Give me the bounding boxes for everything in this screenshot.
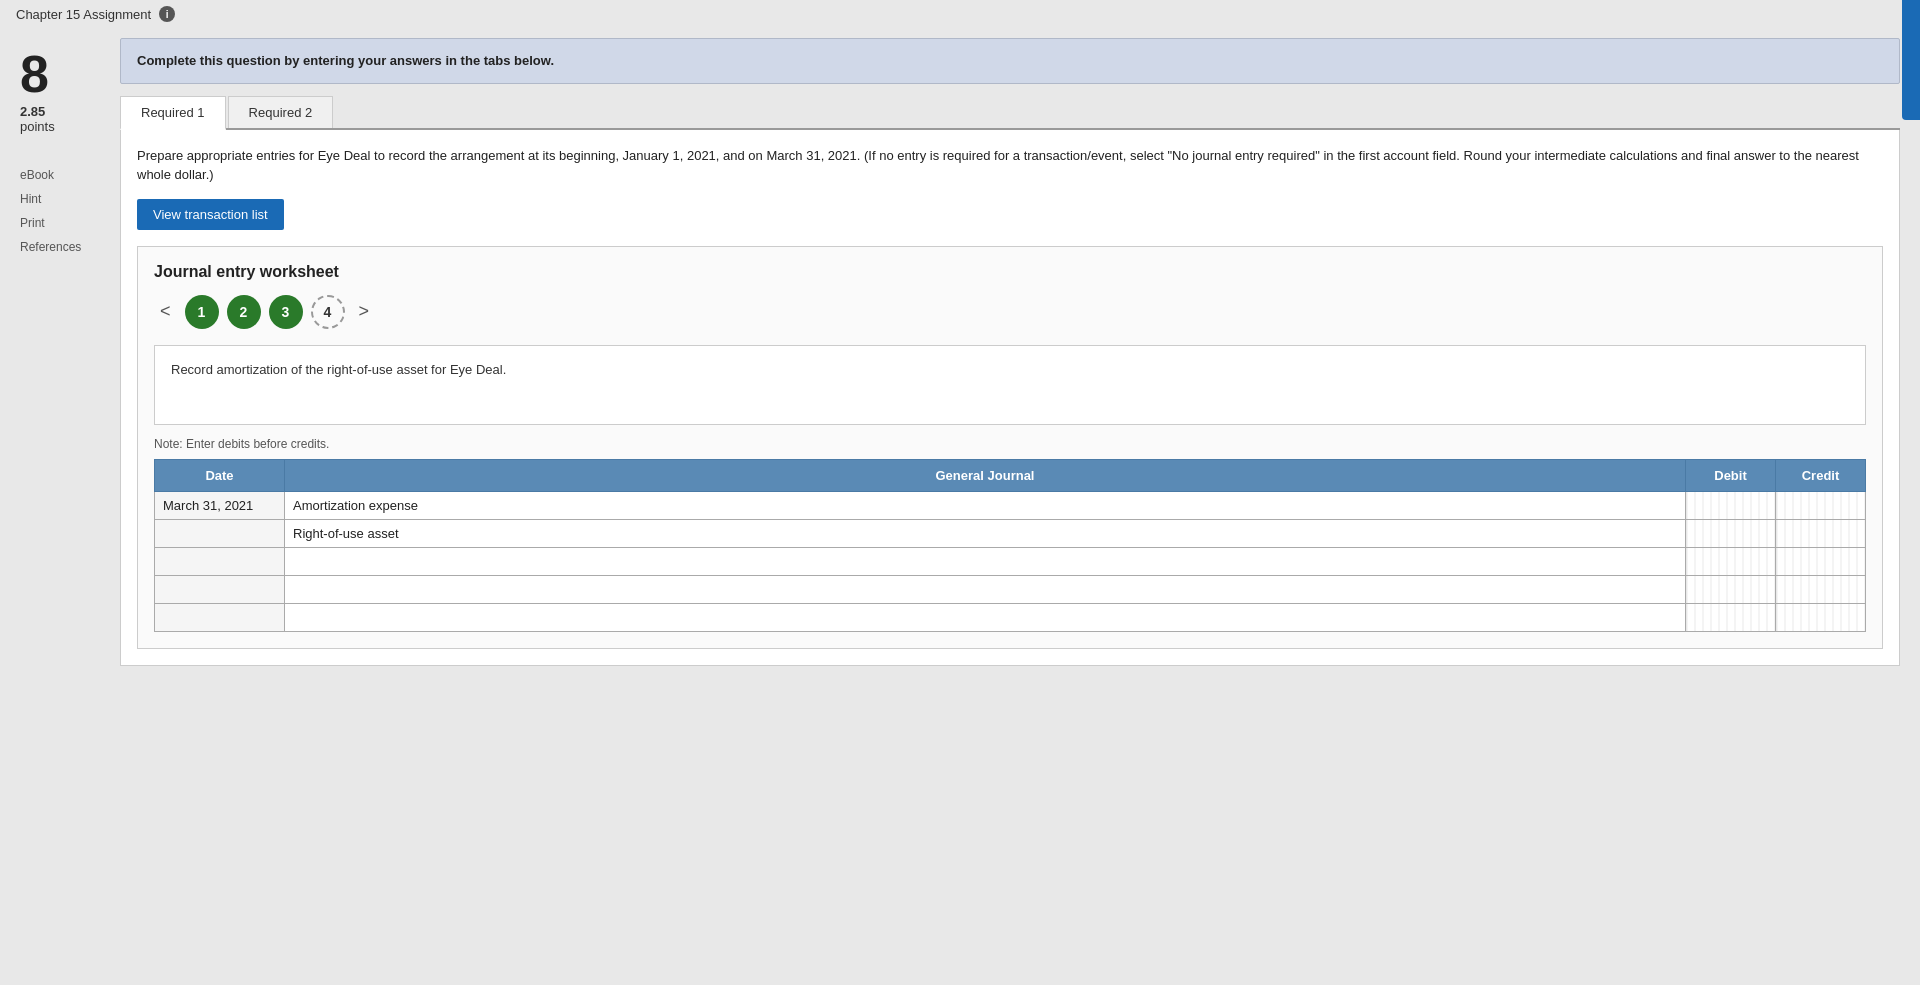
table-row [155, 603, 1866, 631]
worksheet-section: Journal entry worksheet < 1 2 3 4 > Reco… [137, 246, 1883, 649]
entry-description: Record amortization of the right-of-use … [154, 345, 1866, 425]
col-header-debit: Debit [1686, 459, 1776, 491]
row2-debit[interactable] [1686, 519, 1776, 547]
entry-circle-3[interactable]: 3 [269, 295, 303, 329]
table-row: March 31, 2021 Amortization expense [155, 491, 1866, 519]
points-value: 2.85 [20, 104, 45, 119]
tab-required1[interactable]: Required 1 [120, 96, 226, 130]
row5-credit[interactable] [1776, 603, 1866, 631]
row4-account[interactable] [285, 575, 1686, 603]
main-content: 8 2.85 points eBook Hint Print Reference… [0, 28, 1920, 985]
worksheet-title: Journal entry worksheet [154, 263, 1866, 281]
instruction-text: Prepare appropriate entries for Eye Deal… [137, 146, 1883, 185]
page-title: Chapter 15 Assignment [16, 7, 151, 22]
row5-account[interactable] [285, 603, 1686, 631]
row1-credit[interactable] [1776, 491, 1866, 519]
row1-account[interactable]: Amortization expense [285, 491, 1686, 519]
top-bar: Chapter 15 Assignment i [0, 0, 1920, 28]
row2-account[interactable]: Right-of-use asset [285, 519, 1686, 547]
nav-entries: < 1 2 3 4 > [154, 295, 1866, 329]
journal-table: Date General Journal Debit Credit March … [154, 459, 1866, 632]
row2-credit[interactable] [1776, 519, 1866, 547]
tabs-container: Required 1 Required 2 [120, 96, 1900, 130]
row1-date: March 31, 2021 [155, 491, 285, 519]
question-content: Prepare appropriate entries for Eye Deal… [120, 130, 1900, 666]
entry-circle-2[interactable]: 2 [227, 295, 261, 329]
row3-debit[interactable] [1686, 547, 1776, 575]
points-label: points [20, 119, 55, 134]
col-header-credit: Credit [1776, 459, 1866, 491]
row4-credit[interactable] [1776, 575, 1866, 603]
blue-sidebar-strip [1902, 0, 1920, 120]
instruction-box-text: Complete this question by entering your … [137, 53, 554, 68]
row2-date [155, 519, 285, 547]
page-wrapper: Chapter 15 Assignment i 8 2.85 points eB… [0, 0, 1920, 985]
ebook-link[interactable]: eBook [20, 168, 81, 182]
info-icon[interactable]: i [159, 6, 175, 22]
row5-debit[interactable] [1686, 603, 1776, 631]
left-sidebar: 8 2.85 points eBook Hint Print Reference… [20, 38, 100, 965]
content-area: Complete this question by entering your … [120, 38, 1900, 965]
table-row [155, 547, 1866, 575]
table-row: Right-of-use asset [155, 519, 1866, 547]
question-number: 8 [20, 48, 49, 100]
references-link[interactable]: References [20, 240, 81, 254]
col-header-general-journal: General Journal [285, 459, 1686, 491]
nav-prev-arrow[interactable]: < [154, 297, 177, 326]
tab-required2[interactable]: Required 2 [228, 96, 334, 128]
row3-date [155, 547, 285, 575]
view-transaction-button[interactable]: View transaction list [137, 199, 284, 230]
nav-next-arrow[interactable]: > [353, 297, 376, 326]
row3-account[interactable] [285, 547, 1686, 575]
instruction-box: Complete this question by entering your … [120, 38, 1900, 84]
row4-date [155, 575, 285, 603]
hint-link[interactable]: Hint [20, 192, 81, 206]
entry-circle-4[interactable]: 4 [311, 295, 345, 329]
table-row [155, 575, 1866, 603]
entry-circle-1[interactable]: 1 [185, 295, 219, 329]
print-link[interactable]: Print [20, 216, 81, 230]
row3-credit[interactable] [1776, 547, 1866, 575]
note-text: Note: Enter debits before credits. [154, 437, 1866, 451]
row5-date [155, 603, 285, 631]
row1-debit[interactable] [1686, 491, 1776, 519]
row4-debit[interactable] [1686, 575, 1776, 603]
sidebar-links: eBook Hint Print References [20, 168, 81, 254]
col-header-date: Date [155, 459, 285, 491]
